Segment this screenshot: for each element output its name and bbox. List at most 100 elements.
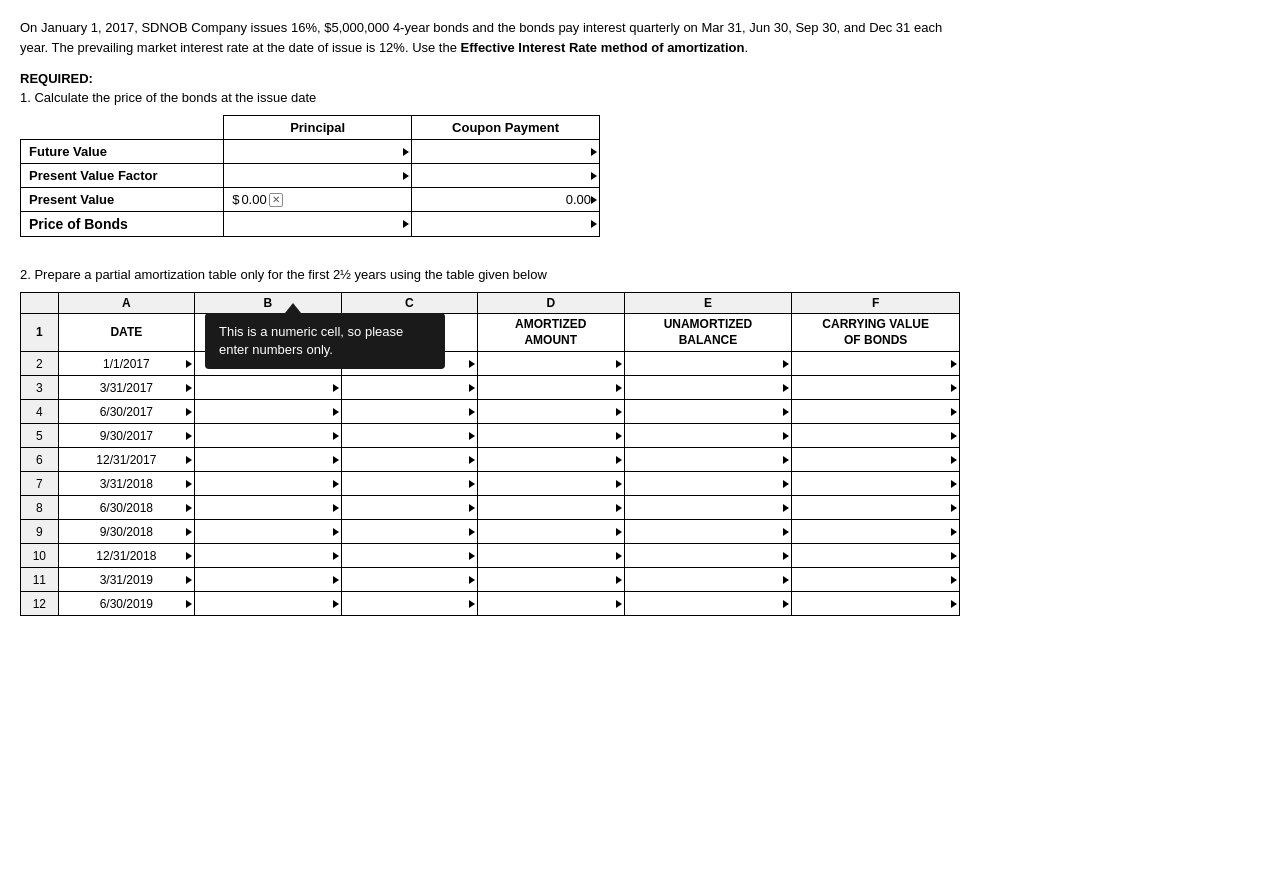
required-label: REQUIRED:: [20, 71, 1261, 86]
interest-paid-cell[interactable]: [194, 448, 341, 472]
future-value-coupon[interactable]: [412, 140, 600, 164]
carrying-value-cell[interactable]: [792, 448, 960, 472]
tooltip-arrow: [285, 303, 301, 313]
intro-bold: Effective Interest Rate method of amorti…: [461, 40, 745, 55]
col-letter-e: E: [624, 293, 792, 314]
col-header-date: DATE: [58, 314, 194, 352]
date-cell[interactable]: 9/30/2017: [58, 424, 194, 448]
future-value-label: Future Value: [21, 140, 224, 164]
present-value-principal[interactable]: $ 0.00 ✕: [224, 188, 412, 212]
col-letter-f: F: [792, 293, 960, 314]
interest-paid-cell[interactable]: [194, 520, 341, 544]
unamortized-balance-cell[interactable]: [624, 448, 792, 472]
unamortized-balance-cell[interactable]: [624, 496, 792, 520]
interest-expense-cell[interactable]: [341, 472, 477, 496]
amortized-amount-cell[interactable]: [477, 448, 624, 472]
interest-paid-cell[interactable]: [194, 472, 341, 496]
interest-expense-cell[interactable]: [341, 400, 477, 424]
amortized-amount-cell[interactable]: [477, 472, 624, 496]
interest-expense-cell[interactable]: [341, 520, 477, 544]
date-cell[interactable]: 3/31/2019: [58, 568, 194, 592]
amortized-amount-cell[interactable]: [477, 568, 624, 592]
interest-expense-cell[interactable]: [341, 448, 477, 472]
carrying-value-cell[interactable]: [792, 400, 960, 424]
amortized-amount-cell[interactable]: [477, 592, 624, 616]
interest-expense-cell[interactable]: [341, 568, 477, 592]
pv-factor-coupon[interactable]: [412, 164, 600, 188]
amortization-table: A B C D E F 1 DATE INTEREST PAID INTERES…: [20, 292, 960, 616]
unamortized-balance-cell[interactable]: [624, 400, 792, 424]
date-cell[interactable]: 3/31/2017: [58, 376, 194, 400]
table-row: 33/31/2017: [21, 376, 960, 400]
carrying-value-cell[interactable]: [792, 496, 960, 520]
interest-paid-cell[interactable]: [194, 544, 341, 568]
date-cell[interactable]: 6/30/2019: [58, 592, 194, 616]
interest-paid-cell[interactable]: [194, 424, 341, 448]
table-row: 73/31/2018: [21, 472, 960, 496]
pv-factor-principal[interactable]: [224, 164, 412, 188]
unamortized-balance-cell[interactable]: [624, 544, 792, 568]
row-number: 2: [21, 352, 59, 376]
interest-paid-cell[interactable]: [194, 400, 341, 424]
carrying-value-cell[interactable]: [792, 520, 960, 544]
unamortized-balance-cell[interactable]: [624, 352, 792, 376]
price-of-bonds-coupon[interactable]: [412, 212, 600, 237]
price-of-bonds-principal[interactable]: [224, 212, 412, 237]
col-header-unamortized-balance: UNAMORTIZEDBALANCE: [624, 314, 792, 352]
unamortized-balance-cell[interactable]: [624, 520, 792, 544]
section2-title: 2. Prepare a partial amortization table …: [20, 267, 1261, 282]
interest-expense-cell[interactable]: [341, 424, 477, 448]
date-cell[interactable]: 1/1/2017: [58, 352, 194, 376]
unamortized-balance-cell[interactable]: [624, 376, 792, 400]
amortized-amount-cell[interactable]: [477, 544, 624, 568]
close-icon[interactable]: ✕: [269, 193, 283, 207]
amortized-amount-cell[interactable]: [477, 520, 624, 544]
intro-text-part2: .: [744, 40, 748, 55]
unamortized-balance-cell[interactable]: [624, 424, 792, 448]
interest-expense-cell[interactable]: [341, 544, 477, 568]
amortized-amount-cell[interactable]: [477, 424, 624, 448]
carrying-value-cell[interactable]: [792, 376, 960, 400]
amortized-amount-cell[interactable]: [477, 376, 624, 400]
unamortized-balance-cell[interactable]: [624, 568, 792, 592]
table-row: 113/31/2019: [21, 568, 960, 592]
price-of-bonds-table: Principal Coupon Payment Future Value Pr…: [20, 115, 600, 237]
col-letter-d: D: [477, 293, 624, 314]
table-row: Future Value: [21, 140, 600, 164]
interest-paid-cell[interactable]: [194, 376, 341, 400]
date-cell[interactable]: 6/30/2018: [58, 496, 194, 520]
interest-paid-cell[interactable]: [194, 592, 341, 616]
table1-wrapper: Principal Coupon Payment Future Value Pr…: [20, 115, 1261, 237]
table-row: 21/1/2017: [21, 352, 960, 376]
interest-expense-cell[interactable]: [341, 496, 477, 520]
amortized-amount-cell[interactable]: [477, 496, 624, 520]
amortized-amount-cell[interactable]: [477, 400, 624, 424]
unamortized-balance-cell[interactable]: [624, 592, 792, 616]
amortized-amount-cell[interactable]: [477, 352, 624, 376]
row-number: 5: [21, 424, 59, 448]
date-cell[interactable]: 9/30/2018: [58, 520, 194, 544]
present-value-label: Present Value: [21, 188, 224, 212]
interest-expense-cell[interactable]: [341, 592, 477, 616]
date-cell[interactable]: 12/31/2018: [58, 544, 194, 568]
row-number: 11: [21, 568, 59, 592]
interest-paid-cell[interactable]: [194, 568, 341, 592]
col-header-carrying-value: CARRYING VALUEOF BONDS: [792, 314, 960, 352]
present-value-coupon[interactable]: 0.00: [412, 188, 600, 212]
table-row: 86/30/2018: [21, 496, 960, 520]
carrying-value-cell[interactable]: [792, 352, 960, 376]
interest-expense-cell[interactable]: [341, 376, 477, 400]
interest-paid-cell[interactable]: [194, 496, 341, 520]
carrying-value-cell[interactable]: [792, 592, 960, 616]
carrying-value-cell[interactable]: [792, 424, 960, 448]
carrying-value-cell[interactable]: [792, 568, 960, 592]
unamortized-balance-cell[interactable]: [624, 472, 792, 496]
carrying-value-cell[interactable]: [792, 472, 960, 496]
date-cell[interactable]: 3/31/2018: [58, 472, 194, 496]
col-header-coupon: Coupon Payment: [412, 116, 600, 140]
row-number: 6: [21, 448, 59, 472]
carrying-value-cell[interactable]: [792, 544, 960, 568]
date-cell[interactable]: 6/30/2017: [58, 400, 194, 424]
date-cell[interactable]: 12/31/2017: [58, 448, 194, 472]
future-value-principal[interactable]: [224, 140, 412, 164]
